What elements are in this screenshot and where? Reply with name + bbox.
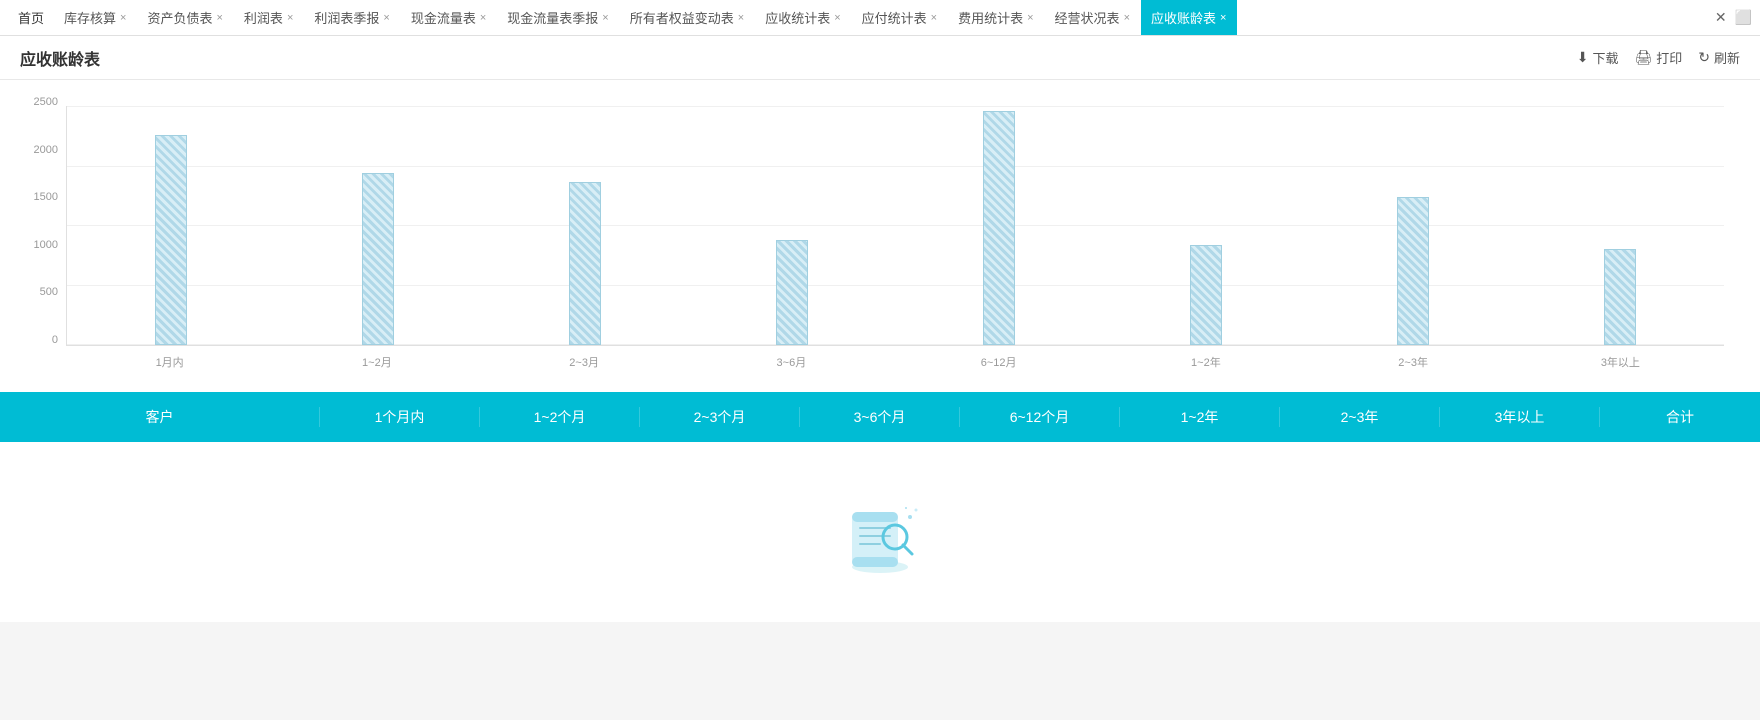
- download-icon: ⬇: [1577, 49, 1589, 66]
- bar-group-1: [362, 106, 394, 345]
- y-label-1500: 1500: [34, 191, 58, 203]
- tab-ar-stat[interactable]: 应收统计表 ×: [755, 0, 851, 36]
- x-label-5: 1~2年: [1176, 354, 1236, 370]
- table-header-cell-7: 2~3年: [1280, 407, 1440, 427]
- tab-close-balance[interactable]: ×: [216, 12, 222, 24]
- main-content: 2500 2000 1500 1000 500 0 1月内 1~2月 2~3月 3~6…: [0, 80, 1760, 392]
- x-axis: 1月内 1~2月 2~3月 3~6月 6~12月 1~2年 2~3年 3年以上: [66, 348, 1724, 376]
- bar-3: [776, 240, 808, 345]
- empty-icon: [830, 482, 930, 582]
- page-title: 应收账龄表: [20, 46, 100, 70]
- y-label-1000: 1000: [34, 239, 58, 251]
- tab-close-cashflow[interactable]: ×: [480, 12, 486, 24]
- table-header: 客户1个月内1~2个月2~3个月3~6个月6~12个月1~2年2~3年3年以上合…: [0, 392, 1760, 442]
- print-icon: 🖨: [1634, 49, 1652, 66]
- tab-profit[interactable]: 利润表 ×: [234, 0, 304, 36]
- tab-operation[interactable]: 经营状况表 ×: [1045, 0, 1141, 36]
- tab-inventory[interactable]: 库存核算 ×: [54, 0, 137, 36]
- bar-5: [1190, 245, 1222, 345]
- tab-ap-stat[interactable]: 应付统计表 ×: [852, 0, 948, 36]
- bar-group-7: [1604, 106, 1636, 345]
- bar-6: [1397, 197, 1429, 345]
- tab-balance[interactable]: 资产负债表 ×: [137, 0, 233, 36]
- x-label-0: 1月内: [140, 354, 200, 370]
- table-header-cell-9: 合计: [1600, 407, 1760, 427]
- maximize-window-button[interactable]: ⬜: [1735, 9, 1752, 26]
- bar-group-5: [1190, 106, 1222, 345]
- close-window-button[interactable]: ✕: [1715, 9, 1727, 26]
- bar-group-3: [776, 106, 808, 345]
- bar-0: [155, 135, 187, 345]
- y-label-2000: 2000: [34, 144, 58, 156]
- tab-close-cashflow-quarter[interactable]: ×: [602, 12, 608, 24]
- x-label-7: 3年以上: [1590, 354, 1650, 370]
- table-header-cell-4: 3~6个月: [800, 407, 960, 427]
- table-header-cell-3: 2~3个月: [640, 407, 800, 427]
- tab-home[interactable]: 首页: [8, 8, 54, 27]
- tab-close-profit-quarter[interactable]: ×: [383, 12, 389, 24]
- bar-7: [1604, 249, 1636, 345]
- table-header-cell-2: 1~2个月: [480, 407, 640, 427]
- refresh-icon: ↻: [1698, 49, 1710, 66]
- tab-bar: 首页 库存核算 × 资产负债表 × 利润表 × 利润表季报 × 现金流量表 × …: [0, 0, 1760, 36]
- tab-close-profit[interactable]: ×: [287, 12, 293, 24]
- chart-inner: [66, 106, 1724, 346]
- tab-close-expense[interactable]: ×: [1027, 12, 1033, 24]
- x-label-2: 2~3月: [554, 354, 614, 370]
- x-label-4: 6~12月: [969, 354, 1029, 370]
- bars-container: [67, 106, 1724, 345]
- table-header-cell-6: 1~2年: [1120, 407, 1280, 427]
- bar-1: [362, 173, 394, 345]
- empty-state: [0, 442, 1760, 622]
- tab-cashflow[interactable]: 现金流量表 ×: [401, 0, 497, 36]
- tab-close-inventory[interactable]: ×: [120, 12, 126, 24]
- table-header-cell-8: 3年以上: [1440, 407, 1600, 427]
- tab-expense[interactable]: 费用统计表 ×: [948, 0, 1044, 36]
- tab-close-ar-stat[interactable]: ×: [834, 12, 840, 24]
- tab-close-operation[interactable]: ×: [1124, 12, 1130, 24]
- table-header-cell-0: 客户: [0, 407, 320, 427]
- page-actions: ⬇ 下载 🖨 打印 ↻ 刷新: [1577, 48, 1740, 67]
- tab-close-ap-stat[interactable]: ×: [931, 12, 937, 24]
- tab-close-ar-aging[interactable]: ×: [1220, 12, 1226, 24]
- bar-group-0: [155, 106, 187, 345]
- x-label-1: 1~2月: [347, 354, 407, 370]
- bar-group-4: [983, 106, 1015, 345]
- chart-area: 2500 2000 1500 1000 500 0 1月内 1~2月 2~3月 3~6…: [16, 96, 1744, 376]
- x-label-3: 3~6月: [761, 354, 821, 370]
- y-label-500: 500: [40, 286, 58, 298]
- table-header-cell-5: 6~12个月: [960, 407, 1120, 427]
- bar-2: [569, 182, 601, 345]
- y-label-0: 0: [52, 334, 58, 346]
- bar-group-6: [1397, 106, 1429, 345]
- bar-group-2: [569, 106, 601, 345]
- table-header-cell-1: 1个月内: [320, 407, 480, 427]
- download-button[interactable]: ⬇ 下载: [1577, 48, 1619, 67]
- page-header: 应收账龄表 ⬇ 下载 🖨 打印 ↻ 刷新: [0, 36, 1760, 80]
- refresh-button[interactable]: ↻ 刷新: [1698, 48, 1740, 67]
- bar-4: [983, 111, 1015, 345]
- tab-profit-quarter[interactable]: 利润表季报 ×: [304, 0, 400, 36]
- x-label-6: 2~3年: [1383, 354, 1443, 370]
- y-axis: 2500 2000 1500 1000 500 0: [16, 96, 66, 346]
- window-actions: ✕ ⬜: [1715, 9, 1752, 26]
- tab-cashflow-quarter[interactable]: 现金流量表季报 ×: [497, 0, 619, 36]
- print-button[interactable]: 🖨 打印: [1634, 48, 1682, 67]
- tab-close-equity[interactable]: ×: [738, 12, 744, 24]
- y-label-2500-top: 2500: [34, 96, 58, 108]
- tab-equity[interactable]: 所有者权益变动表 ×: [620, 0, 755, 36]
- tab-ar-aging[interactable]: 应收账龄表 ×: [1141, 0, 1237, 36]
